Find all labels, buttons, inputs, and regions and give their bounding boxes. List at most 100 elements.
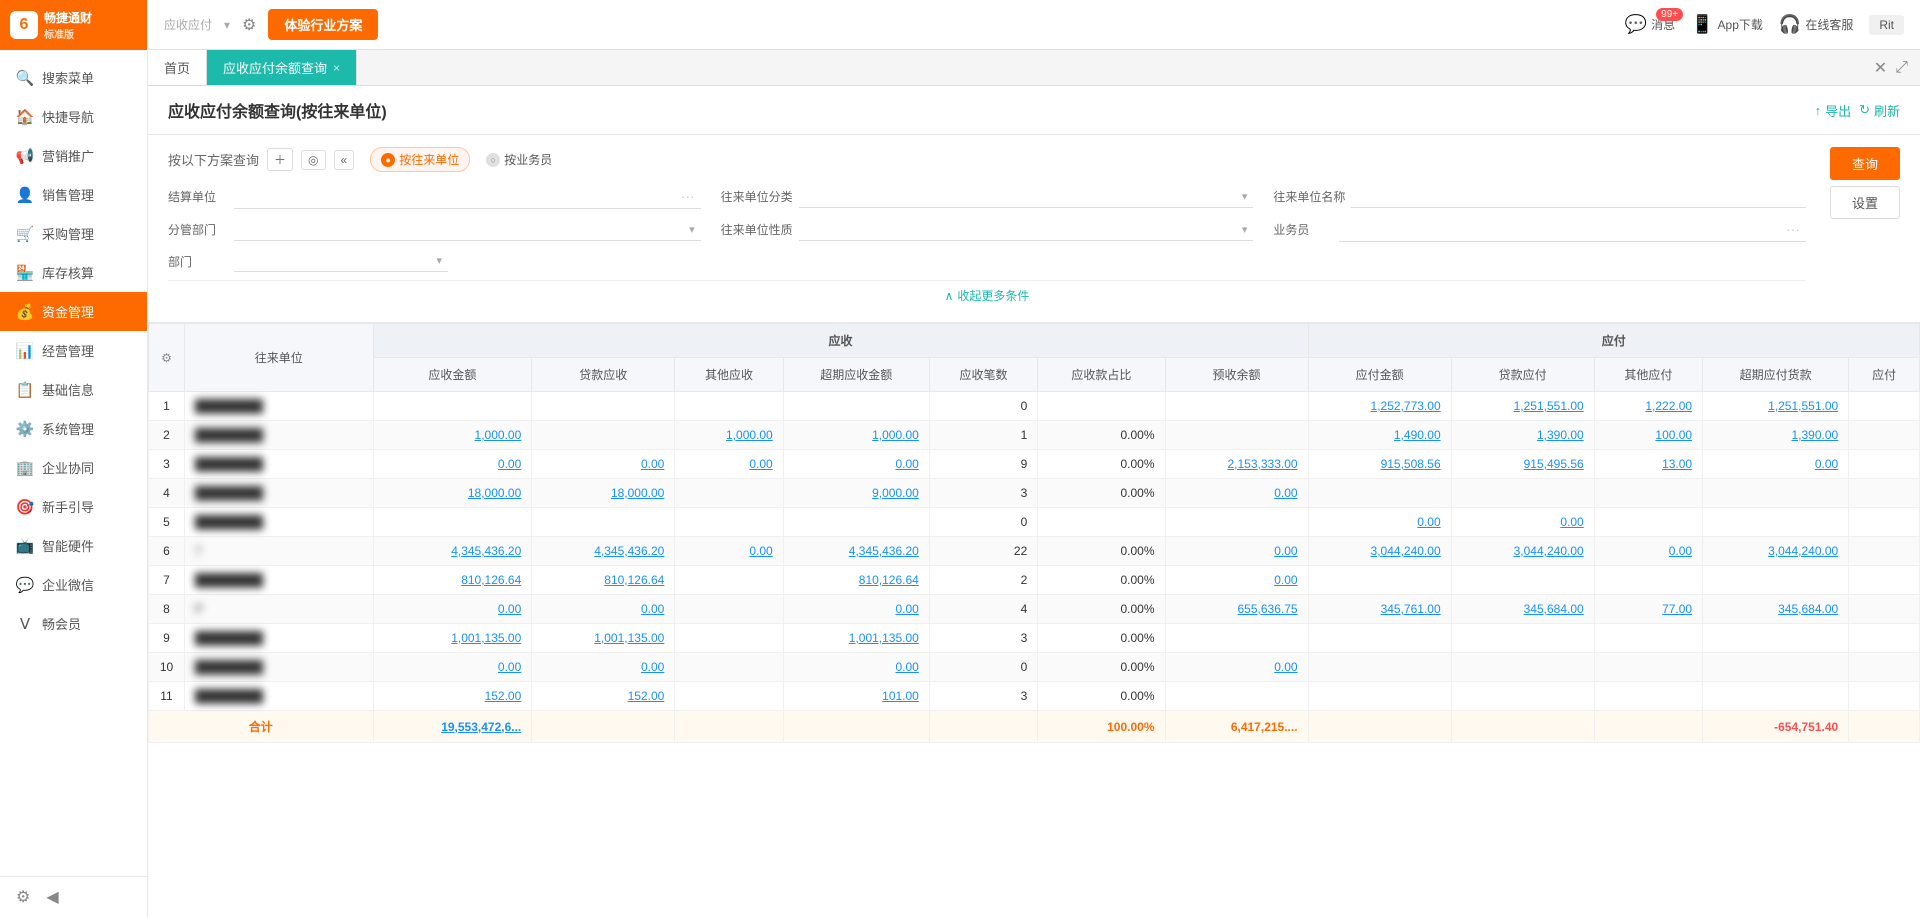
row-other-receivable[interactable] (675, 479, 783, 508)
row-other-receivable[interactable]: 0.00 (675, 537, 783, 566)
row-receivable-amount[interactable]: 4,345,436.20 (373, 537, 532, 566)
row-overdue-payable[interactable] (1703, 682, 1849, 711)
sidebar-item-marketing[interactable]: 📢营销推广 (0, 136, 147, 175)
row-overdue-receivable[interactable]: 0.00 (783, 653, 929, 682)
row-receivable-amount[interactable]: 810,126.64 (373, 566, 532, 595)
row-loan-payable[interactable] (1451, 653, 1594, 682)
row-loan-payable[interactable] (1451, 479, 1594, 508)
sidebar-item-wechat[interactable]: 💬企业微信 (0, 565, 147, 604)
row-overdue-receivable[interactable] (783, 508, 929, 537)
topbar-messages[interactable]: 💬 消息 99+ (1625, 14, 1675, 35)
settings-footer-icon[interactable]: ⚙ (16, 887, 30, 907)
row-payable-amount[interactable] (1308, 479, 1451, 508)
solution-button[interactable]: 体验行业方案 (268, 9, 378, 40)
row-receivable-amount[interactable]: 152.00 (373, 682, 532, 711)
sidebar-item-hardware[interactable]: 📺智能硬件 (0, 526, 147, 565)
row-other-payable[interactable]: 77.00 (1594, 595, 1702, 624)
row-loan-payable[interactable] (1451, 682, 1594, 711)
row-overdue-payable[interactable]: 345,684.00 (1703, 595, 1849, 624)
row-overdue-receivable[interactable]: 1,000.00 (783, 421, 929, 450)
row-overdue-receivable[interactable]: 101.00 (783, 682, 929, 711)
row-loan-receivable[interactable]: 0.00 (532, 450, 675, 479)
row-loan-receivable[interactable]: 1,001,135.00 (532, 624, 675, 653)
total-receivable-amount[interactable]: 19,553,472,6... (373, 711, 532, 743)
row-loan-payable[interactable] (1451, 566, 1594, 595)
tabbar-expand-icon[interactable]: ⤢ (1895, 59, 1908, 77)
row-loan-payable[interactable]: 1,251,551.00 (1451, 392, 1594, 421)
scheme-salesman-item[interactable]: ○ 按业务员 (476, 148, 562, 171)
collapse-more-button[interactable]: ∧ 收起更多条件 (945, 287, 1030, 304)
row-loan-receivable[interactable]: 0.00 (532, 595, 675, 624)
row-prepaid-balance[interactable]: 0.00 (1165, 479, 1308, 508)
sidebar-item-guide[interactable]: 🎯新手引导 (0, 487, 147, 526)
row-loan-receivable[interactable]: 18,000.00 (532, 479, 675, 508)
row-other-receivable[interactable] (675, 682, 783, 711)
row-overdue-receivable[interactable]: 1,001,135.00 (783, 624, 929, 653)
row-other-payable[interactable] (1594, 479, 1702, 508)
row-payable-amount[interactable] (1308, 566, 1451, 595)
export-button[interactable]: ↑ 导出 (1815, 101, 1852, 120)
tab-query[interactable]: 应收应付余额查询 × (207, 50, 357, 85)
row-other-receivable[interactable] (675, 595, 783, 624)
partner-category-select[interactable]: ▾ (799, 186, 1254, 208)
sidebar-item-corp[interactable]: 🏢企业协同 (0, 448, 147, 487)
sidebar-item-operation[interactable]: 📊经营管理 (0, 331, 147, 370)
row-payable-amount[interactable]: 1,252,773.00 (1308, 392, 1451, 421)
row-loan-receivable[interactable]: 152.00 (532, 682, 675, 711)
row-overdue-payable[interactable] (1703, 624, 1849, 653)
row-overdue-payable[interactable] (1703, 508, 1849, 537)
row-other-payable[interactable]: 0.00 (1594, 537, 1702, 566)
row-other-payable[interactable] (1594, 653, 1702, 682)
row-other-payable[interactable] (1594, 508, 1702, 537)
row-other-receivable[interactable] (675, 653, 783, 682)
row-overdue-receivable[interactable]: 810,126.64 (783, 566, 929, 595)
row-receivable-amount[interactable]: 18,000.00 (373, 479, 532, 508)
row-overdue-payable[interactable]: 1,390.00 (1703, 421, 1849, 450)
row-loan-payable[interactable]: 1,390.00 (1451, 421, 1594, 450)
sidebar-item-finance[interactable]: 💰资金管理 (0, 292, 147, 331)
row-receivable-amount[interactable]: 1,000.00 (373, 421, 532, 450)
row-prepaid-balance[interactable]: 655,636.75 (1165, 595, 1308, 624)
row-loan-receivable[interactable]: 0.00 (532, 653, 675, 682)
row-overdue-receivable[interactable]: 4,345,436.20 (783, 537, 929, 566)
row-other-receivable[interactable] (675, 624, 783, 653)
sidebar-item-inventory[interactable]: 🏪库存核算 (0, 253, 147, 292)
row-receivable-amount[interactable]: 1,001,135.00 (373, 624, 532, 653)
sidebar-item-purchase[interactable]: 🛒采购管理 (0, 214, 147, 253)
partner-nature-select[interactable]: ▾ (799, 219, 1254, 241)
row-overdue-receivable[interactable]: 9,000.00 (783, 479, 929, 508)
row-prepaid-balance[interactable] (1165, 508, 1308, 537)
tab-close-icon[interactable]: × (333, 61, 340, 75)
filter-target-button[interactable]: ◎ (301, 150, 325, 170)
partner-name-input[interactable] (1351, 185, 1806, 208)
row-prepaid-balance[interactable] (1165, 392, 1308, 421)
row-overdue-payable[interactable]: 1,251,551.00 (1703, 392, 1849, 421)
row-overdue-payable[interactable]: 3,044,240.00 (1703, 537, 1849, 566)
row-overdue-payable[interactable] (1703, 566, 1849, 595)
row-other-payable[interactable] (1594, 682, 1702, 711)
row-prepaid-balance[interactable]: 2,153,333.00 (1165, 450, 1308, 479)
row-overdue-receivable[interactable]: 0.00 (783, 595, 929, 624)
sidebar-item-vip[interactable]: Ⅴ畅会员 (0, 604, 147, 643)
row-overdue-payable[interactable] (1703, 653, 1849, 682)
row-other-receivable[interactable]: 0.00 (675, 450, 783, 479)
table-settings-icon[interactable]: ⚙ (161, 351, 172, 365)
row-payable-amount[interactable] (1308, 624, 1451, 653)
scheme-partner-item[interactable]: ● 按往来单位 (370, 147, 470, 172)
row-loan-payable[interactable] (1451, 624, 1594, 653)
filter-collapse-left-button[interactable]: « (334, 150, 355, 170)
row-loan-payable[interactable]: 345,684.00 (1451, 595, 1594, 624)
row-prepaid-balance[interactable] (1165, 624, 1308, 653)
query-button[interactable]: 查询 (1830, 147, 1900, 180)
settlement-select[interactable]: ··· (234, 184, 701, 209)
row-other-receivable[interactable] (675, 566, 783, 595)
sidebar-item-basic[interactable]: 📋基础信息 (0, 370, 147, 409)
row-loan-payable[interactable]: 0.00 (1451, 508, 1594, 537)
row-payable-amount[interactable]: 0.00 (1308, 508, 1451, 537)
row-receivable-amount[interactable]: 0.00 (373, 595, 532, 624)
row-other-receivable[interactable]: 1,000.00 (675, 421, 783, 450)
col-settings[interactable]: ⚙ (149, 324, 185, 392)
row-other-payable[interactable] (1594, 624, 1702, 653)
refresh-button[interactable]: ↻ 刷新 (1859, 101, 1900, 120)
dept-select[interactable]: ▾ (234, 219, 701, 241)
